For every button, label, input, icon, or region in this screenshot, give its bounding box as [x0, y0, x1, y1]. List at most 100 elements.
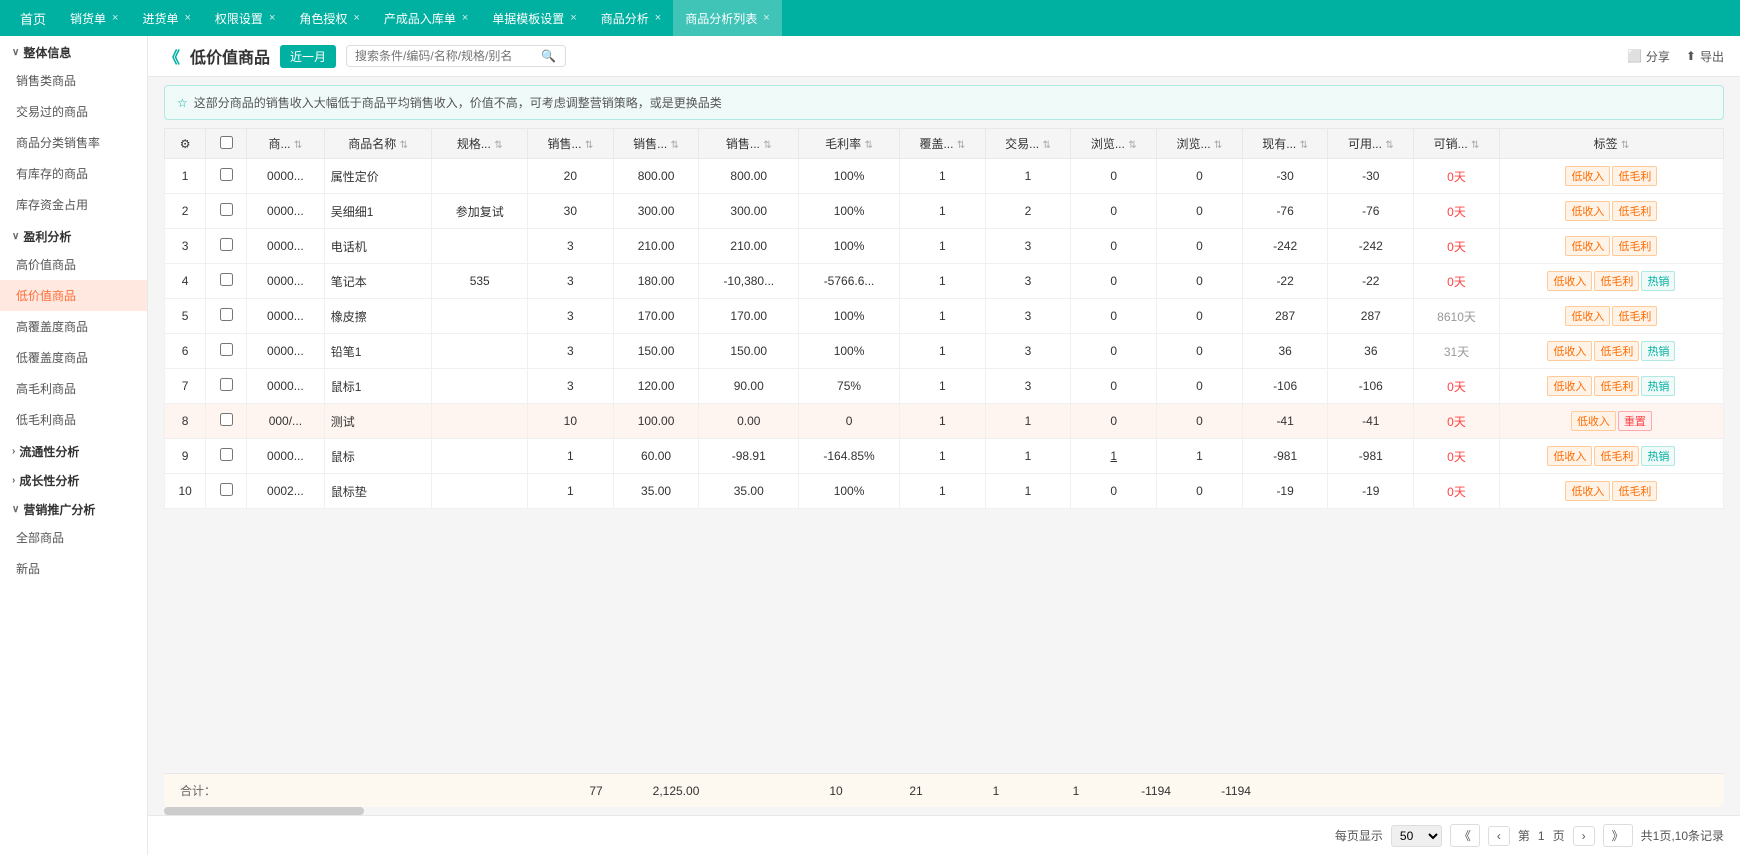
nav-permissions[interactable]: 权限设置 × — [203, 0, 287, 36]
row-checkbox-0[interactable] — [220, 168, 233, 181]
nav-close-template[interactable]: × — [570, 12, 576, 24]
cell-checkbox[interactable] — [206, 229, 247, 264]
collapse-btn[interactable]: 《 — [164, 44, 180, 68]
sidebar-group-flow[interactable]: › 流通性分析 — [0, 435, 147, 464]
col-settings[interactable]: ⚙ — [165, 129, 206, 159]
nav-close-product-analysis-list[interactable]: × — [763, 12, 769, 24]
cell-browse1[interactable]: 1 — [1071, 439, 1157, 474]
cell-browse1[interactable]: 0 — [1071, 299, 1157, 334]
cell-browse1[interactable]: 0 — [1071, 334, 1157, 369]
sidebar-item-all-products[interactable]: 全部商品 — [0, 522, 147, 553]
col-trade: 交易... ⇅ — [985, 129, 1071, 159]
nav-product-analysis-list[interactable]: 商品分析列表 × — [673, 0, 781, 36]
nav-home[interactable]: 首页 — [8, 0, 58, 36]
sidebar-item-category-sales-rate[interactable]: 商品分类销售率 — [0, 127, 147, 158]
sidebar-item-sales-products[interactable]: 销售类商品 — [0, 65, 147, 96]
scrollbar-thumb[interactable] — [164, 807, 364, 815]
nav-close-permissions[interactable]: × — [269, 12, 275, 24]
table-container[interactable]: ⚙ 商... ⇅ 商品名称 ⇅ 规格... ⇅ 销售... ⇅ 销售... ⇅ … — [164, 128, 1724, 773]
select-all-checkbox[interactable] — [220, 136, 233, 149]
row-checkbox-5[interactable] — [220, 343, 233, 356]
cell-code: 0002... — [246, 474, 324, 509]
row-checkbox-6[interactable] — [220, 378, 233, 391]
nav-close-sales[interactable]: × — [112, 12, 118, 24]
cell-browse1[interactable]: 0 — [1071, 474, 1157, 509]
cell-browse1[interactable]: 0 — [1071, 159, 1157, 194]
cell-sales3: 800.00 — [699, 159, 799, 194]
nav-sales[interactable]: 销货单 × — [58, 0, 130, 36]
nav-purchase[interactable]: 进货单 × — [130, 0, 202, 36]
sidebar-item-high-coverage[interactable]: 高覆盖度商品 — [0, 311, 147, 342]
date-filter-btn[interactable]: 近一月 — [280, 45, 336, 68]
cell-checkbox[interactable] — [206, 404, 247, 439]
cell-spec: 535 — [432, 264, 528, 299]
cell-browse1[interactable]: 0 — [1071, 264, 1157, 299]
last-page-btn[interactable]: 》 — [1603, 824, 1633, 847]
cell-tags: 低收入低毛利热销 — [1499, 369, 1723, 404]
cell-checkbox[interactable] — [206, 264, 247, 299]
row-checkbox-1[interactable] — [220, 203, 233, 216]
row-checkbox-9[interactable] — [220, 483, 233, 496]
sidebar-group-overall[interactable]: ∨ 整体信息 — [0, 36, 147, 65]
nav-product-analysis[interactable]: 商品分析 × — [589, 0, 673, 36]
footer-browse2: 1 — [1036, 784, 1116, 798]
cell-checkbox[interactable] — [206, 369, 247, 404]
cell-name: 鼠标1 — [324, 369, 432, 404]
cell-browse1[interactable]: 0 — [1071, 229, 1157, 264]
browse-link[interactable]: 1 — [1110, 449, 1117, 463]
sidebar-group-growth[interactable]: › 成长性分析 — [0, 464, 147, 493]
cell-stock1: -41 — [1242, 404, 1328, 439]
nav-production[interactable]: 产成品入库单 × — [372, 0, 480, 36]
nav-close-product-analysis[interactable]: × — [655, 12, 661, 24]
next-page-btn[interactable]: › — [1573, 826, 1595, 846]
cell-checkbox[interactable] — [206, 159, 247, 194]
sidebar-item-low-value[interactable]: 低价值商品 — [0, 280, 147, 311]
search-input[interactable] — [355, 49, 535, 63]
sidebar-item-traded-products[interactable]: 交易过的商品 — [0, 96, 147, 127]
nav-template[interactable]: 单据模板设置 × — [480, 0, 588, 36]
cell-browse1[interactable]: 0 — [1071, 194, 1157, 229]
cell-checkbox[interactable] — [206, 194, 247, 229]
scrollbar-area[interactable] — [164, 807, 1724, 815]
cell-spec: 参加复试 — [432, 194, 528, 229]
nav-close-roles[interactable]: × — [353, 12, 359, 24]
cell-checkbox[interactable] — [206, 299, 247, 334]
cell-browse1[interactable]: 0 — [1071, 369, 1157, 404]
cell-checkbox[interactable] — [206, 439, 247, 474]
sidebar-group-profit[interactable]: ∨ 盈利分析 — [0, 220, 147, 249]
row-checkbox-4[interactable] — [220, 308, 233, 321]
search-icon[interactable]: 🔍 — [541, 49, 556, 63]
header-right: ⬜ 分享 ⬆ 导出 — [1627, 48, 1724, 65]
cell-browse1[interactable]: 0 — [1071, 404, 1157, 439]
cell-checkbox[interactable] — [206, 474, 247, 509]
cell-sales3: 0.00 — [699, 404, 799, 439]
sidebar-item-high-value[interactable]: 高价值商品 — [0, 249, 147, 280]
nav-close-production[interactable]: × — [462, 12, 468, 24]
table-header-row: ⚙ 商... ⇅ 商品名称 ⇅ 规格... ⇅ 销售... ⇅ 销售... ⇅ … — [165, 129, 1724, 159]
sidebar-item-new-products[interactable]: 新品 — [0, 553, 147, 584]
cell-stock2: -981 — [1328, 439, 1414, 474]
cell-tags: 低收入低毛利 — [1499, 474, 1723, 509]
export-btn[interactable]: ⬆ 导出 — [1686, 48, 1724, 65]
cell-checkbox[interactable] — [206, 334, 247, 369]
page-size-select[interactable]: 50 100 200 — [1391, 825, 1442, 847]
row-checkbox-3[interactable] — [220, 273, 233, 286]
share-btn[interactable]: ⬜ 分享 — [1627, 48, 1670, 65]
nav-close-purchase[interactable]: × — [184, 12, 190, 24]
sidebar-item-in-stock-products[interactable]: 有库存的商品 — [0, 158, 147, 189]
first-page-btn[interactable]: 《 — [1450, 824, 1480, 847]
sidebar-item-high-margin[interactable]: 高毛利商品 — [0, 373, 147, 404]
alert-text: 这部分商品的销售收入大幅低于商品平均销售收入，价值不高，可考虑调整营销策略，或是… — [194, 94, 722, 111]
row-checkbox-8[interactable] — [220, 448, 233, 461]
sidebar-group-marketing[interactable]: ∨ 营销推广分析 — [0, 493, 147, 522]
cell-num: 10 — [165, 474, 206, 509]
prev-page-btn[interactable]: ‹ — [1488, 826, 1510, 846]
sidebar-item-low-margin[interactable]: 低毛利商品 — [0, 404, 147, 435]
sidebar-item-stock-capital[interactable]: 库存资金占用 — [0, 189, 147, 220]
row-checkbox-2[interactable] — [220, 238, 233, 251]
sidebar-item-low-coverage[interactable]: 低覆盖度商品 — [0, 342, 147, 373]
col-checkbox[interactable] — [206, 129, 247, 159]
nav-roles[interactable]: 角色授权 × — [287, 0, 371, 36]
cell-tags: 低收入低毛利 — [1499, 229, 1723, 264]
row-checkbox-7[interactable] — [220, 413, 233, 426]
